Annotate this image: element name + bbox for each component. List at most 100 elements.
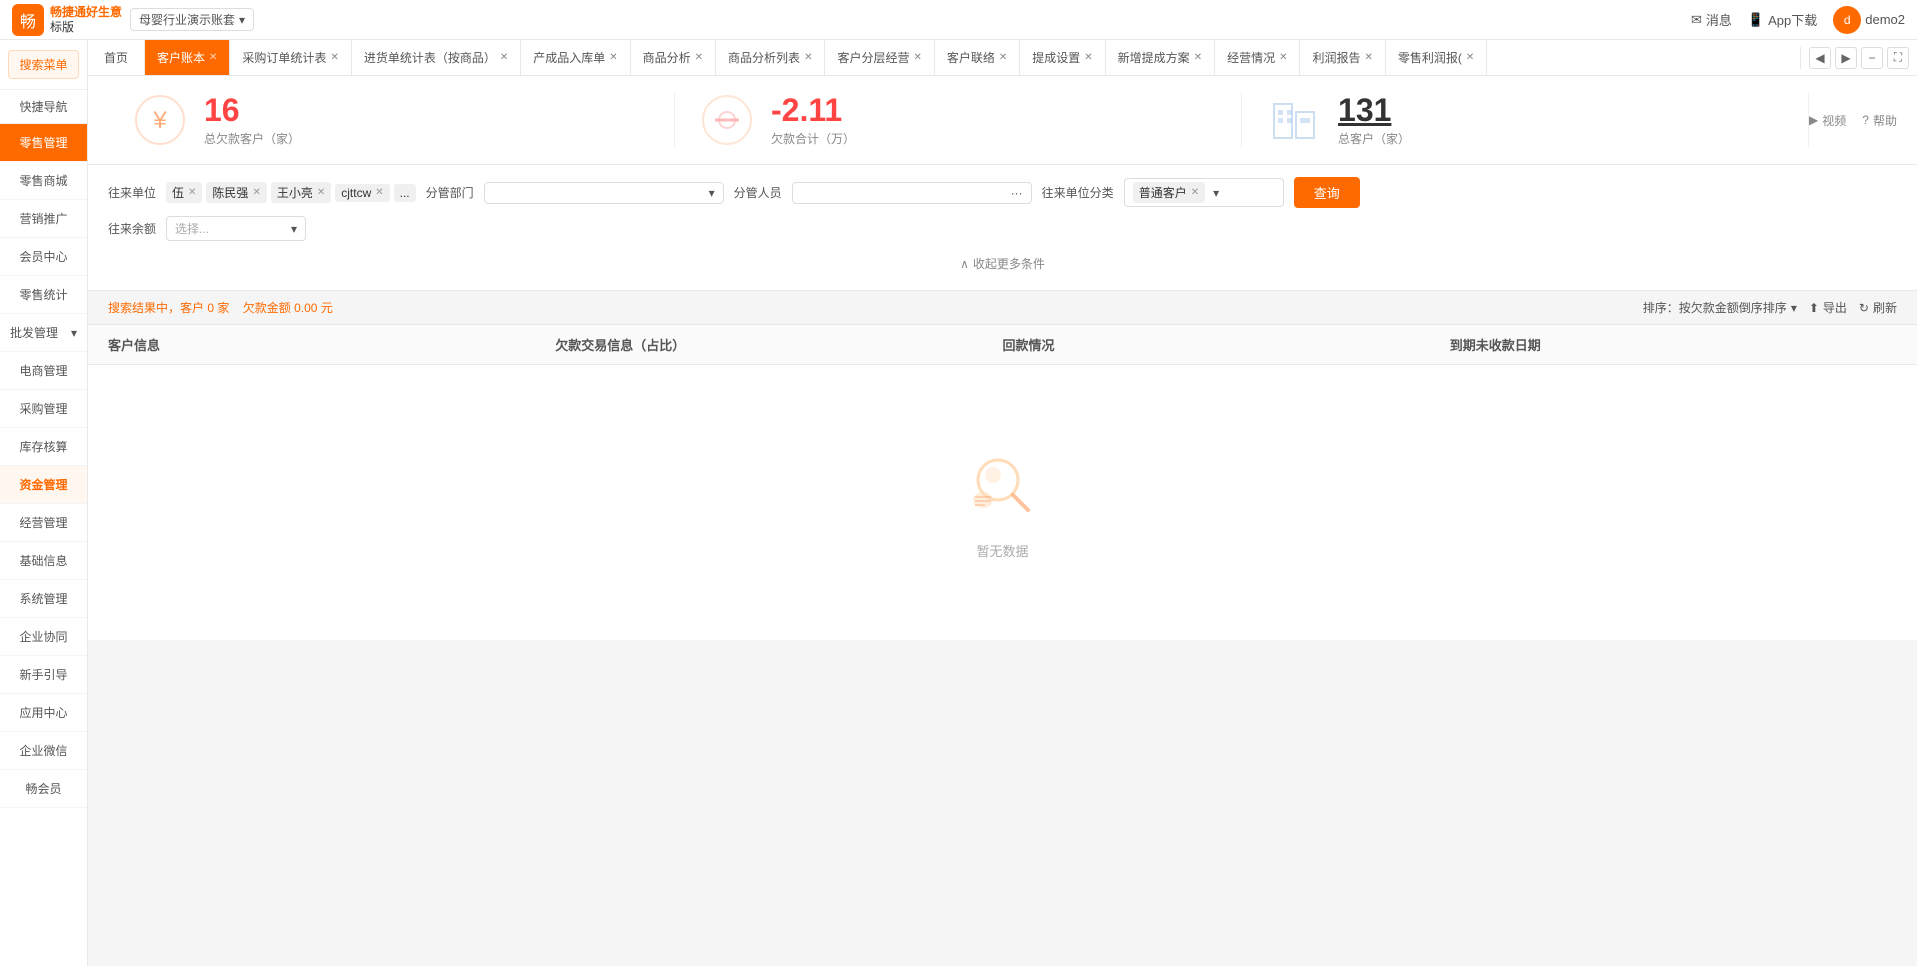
sort-select[interactable]: 排序：按欠款金额倒序排序 ▾: [1643, 299, 1797, 316]
logo-text: 畅捷通好生意 标版: [50, 5, 122, 34]
debt-total-label: 欠款合计（万）: [771, 130, 855, 147]
video-btn[interactable]: ▶ 视频: [1809, 112, 1846, 129]
top-bar: 畅 畅捷通好生意 标版 母婴行业演示账套 ▾ ✉ 消息 📱 App下载 d de…: [0, 0, 1917, 40]
export-btn[interactable]: ⬆ 导出: [1809, 299, 1847, 316]
close-tab-icon[interactable]: ✕: [804, 52, 812, 63]
tab-commission-setting[interactable]: 提成设置 ✕: [1020, 40, 1105, 76]
chevron-down-icon: ▾: [71, 326, 77, 340]
amount-icon: [699, 92, 755, 148]
table-header: 客户信息 欠款交易信息（占比） 回款情况 到期未收款日期: [88, 325, 1917, 365]
sidebar-item-retail-mall[interactable]: 零售商城: [0, 162, 87, 200]
close-tab-icon[interactable]: ✕: [500, 52, 508, 63]
tab-customer-contact[interactable]: 客户联络 ✕: [935, 40, 1020, 76]
sidebar-item-wholesale[interactable]: 批发管理 ▾: [0, 314, 87, 352]
tab-customer-segment[interactable]: 客户分层经营 ✕: [825, 40, 934, 76]
tab-maximize[interactable]: ⛶: [1887, 47, 1909, 69]
sidebar-item-marketing[interactable]: 营销推广: [0, 200, 87, 238]
refresh-btn[interactable]: ↻ 刷新: [1859, 299, 1897, 316]
more-tags-btn[interactable]: ...: [394, 184, 416, 202]
sidebar-item-basic-info[interactable]: 基础信息: [0, 542, 87, 580]
app-download-btn[interactable]: 📱 App下载: [1748, 10, 1817, 29]
close-tab-icon[interactable]: ✕: [1365, 52, 1373, 63]
sidebar-item-app-center[interactable]: 应用中心: [0, 694, 87, 732]
sidebar-item-member-center[interactable]: 会员中心: [0, 238, 87, 276]
unit-label: 往来单位: [108, 184, 156, 201]
sidebar-item-retail-manage[interactable]: 零售管理: [0, 124, 87, 162]
message-btn[interactable]: ✉ 消息: [1691, 10, 1732, 29]
tag-chen: 陈民强 ✕: [206, 182, 266, 203]
sidebar-item-enterprise[interactable]: 企业协同: [0, 618, 87, 656]
results-actions: 排序：按欠款金额倒序排序 ▾ ⬆ 导出 ↻ 刷新: [1643, 299, 1897, 316]
tag-cjttcw: cjttcw ✕: [335, 184, 389, 202]
close-tab-icon[interactable]: ✕: [330, 52, 338, 63]
remove-tag-cjttcw[interactable]: ✕: [375, 187, 383, 198]
sidebar-item-inventory[interactable]: 库存核算: [0, 428, 87, 466]
chevron-down-icon: ▾: [239, 13, 245, 27]
sidebar-item-retail-stats[interactable]: 零售统计: [0, 276, 87, 314]
tab-purchase-stats[interactable]: 采购订单统计表 ✕: [230, 40, 351, 76]
sidebar-item-newbie[interactable]: 新手引导: [0, 656, 87, 694]
help-btn[interactable]: ? 帮助: [1862, 112, 1897, 129]
tab-product-analysis-list[interactable]: 商品分析列表 ✕: [716, 40, 825, 76]
close-tab-icon[interactable]: ✕: [1279, 52, 1287, 63]
close-tab-icon[interactable]: ✕: [209, 52, 217, 63]
dept-select[interactable]: ▾: [484, 182, 724, 204]
tab-scroll-right[interactable]: ▶: [1835, 47, 1857, 69]
search-menu-btn[interactable]: 搜索菜单: [8, 50, 79, 79]
tag-wang: 王小亮 ✕: [271, 182, 331, 203]
sidebar-item-member[interactable]: 畅会员: [0, 770, 87, 808]
user-avatar[interactable]: d demo2: [1833, 6, 1905, 34]
tab-customer-account[interactable]: 客户账本 ✕: [145, 40, 230, 76]
unit-class-select[interactable]: 普通客户 ✕ ▾: [1124, 178, 1284, 207]
tab-minimize[interactable]: −: [1861, 47, 1883, 69]
tab-product-instock[interactable]: 产成品入库单 ✕: [521, 40, 630, 76]
remove-tag-wu[interactable]: ✕: [188, 187, 196, 198]
query-button[interactable]: 查询: [1294, 177, 1360, 208]
refresh-icon: ↻: [1859, 301, 1869, 315]
close-tab-icon[interactable]: ✕: [695, 52, 703, 63]
balance-select[interactable]: 选择... ▾: [166, 216, 306, 241]
filter-row-1: 往来单位 伍 ✕ 陈民强 ✕ 王小亮 ✕: [108, 177, 1897, 208]
remove-unit-class[interactable]: ✕: [1191, 187, 1199, 198]
content-area: 首页 客户账本 ✕ 采购订单统计表 ✕ 进货单统计表（按商品） ✕ 产成品入库单…: [88, 40, 1917, 966]
tab-profit-report[interactable]: 利润报告 ✕: [1300, 40, 1385, 76]
collapse-btn[interactable]: ∧ 收起更多条件: [108, 249, 1897, 278]
tab-home[interactable]: 首页: [88, 40, 145, 76]
close-tab-icon[interactable]: ✕: [1466, 52, 1474, 63]
close-tab-icon[interactable]: ✕: [999, 52, 1007, 63]
tab-scroll-left[interactable]: ◀: [1809, 47, 1831, 69]
account-selector[interactable]: 母婴行业演示账套 ▾: [130, 8, 254, 31]
sidebar-item-wechat[interactable]: 企业微信: [0, 732, 87, 770]
sidebar-item-operations[interactable]: 经营管理: [0, 504, 87, 542]
tab-product-analysis[interactable]: 商品分析 ✕: [631, 40, 716, 76]
close-tab-icon[interactable]: ✕: [609, 52, 617, 63]
phone-icon: 📱: [1748, 12, 1764, 28]
svg-text:¥: ¥: [152, 107, 167, 134]
stat-block-customers: ¥ 16 总欠款客户（家）: [108, 92, 675, 148]
person-select[interactable]: ···: [792, 182, 1032, 204]
tab-retail-profit[interactable]: 零售利润报( ✕: [1386, 40, 1487, 76]
close-tab-icon[interactable]: ✕: [1084, 52, 1092, 63]
stat-info-total: 131 总客户（家）: [1338, 94, 1410, 147]
sidebar-item-purchase[interactable]: 采购管理: [0, 390, 87, 428]
unit-class-tag: 普通客户 ✕: [1133, 182, 1205, 203]
close-tab-icon[interactable]: ✕: [913, 52, 921, 63]
col-overdue-date: 到期未收款日期: [1450, 335, 1897, 354]
col-customer-info: 客户信息: [108, 335, 555, 354]
stat-info-customers: 16 总欠款客户（家）: [204, 94, 300, 147]
sidebar-item-ecommerce[interactable]: 电商管理: [0, 352, 87, 390]
filter-row-2: 往来余额 选择... ▾: [108, 216, 1897, 241]
tab-instock-stats[interactable]: 进货单统计表（按商品） ✕: [352, 40, 521, 76]
sidebar-item-capital[interactable]: 资金管理: [0, 466, 87, 504]
chevron-down-icon: ▾: [1791, 301, 1797, 315]
close-tab-icon[interactable]: ✕: [1194, 52, 1202, 63]
question-icon: ?: [1862, 113, 1869, 127]
quick-nav-btn[interactable]: 快捷导航: [0, 90, 87, 124]
top-bar-left: 畅 畅捷通好生意 标版 母婴行业演示账套 ▾: [12, 4, 254, 36]
tab-business-situation[interactable]: 经营情况 ✕: [1215, 40, 1300, 76]
sidebar-item-system[interactable]: 系统管理: [0, 580, 87, 618]
remove-tag-wang[interactable]: ✕: [317, 187, 325, 198]
tab-new-commission[interactable]: 新增提成方案 ✕: [1106, 40, 1215, 76]
remove-tag-chen[interactable]: ✕: [252, 187, 260, 198]
col-debt-info: 欠款交易信息（占比）: [555, 335, 1002, 354]
